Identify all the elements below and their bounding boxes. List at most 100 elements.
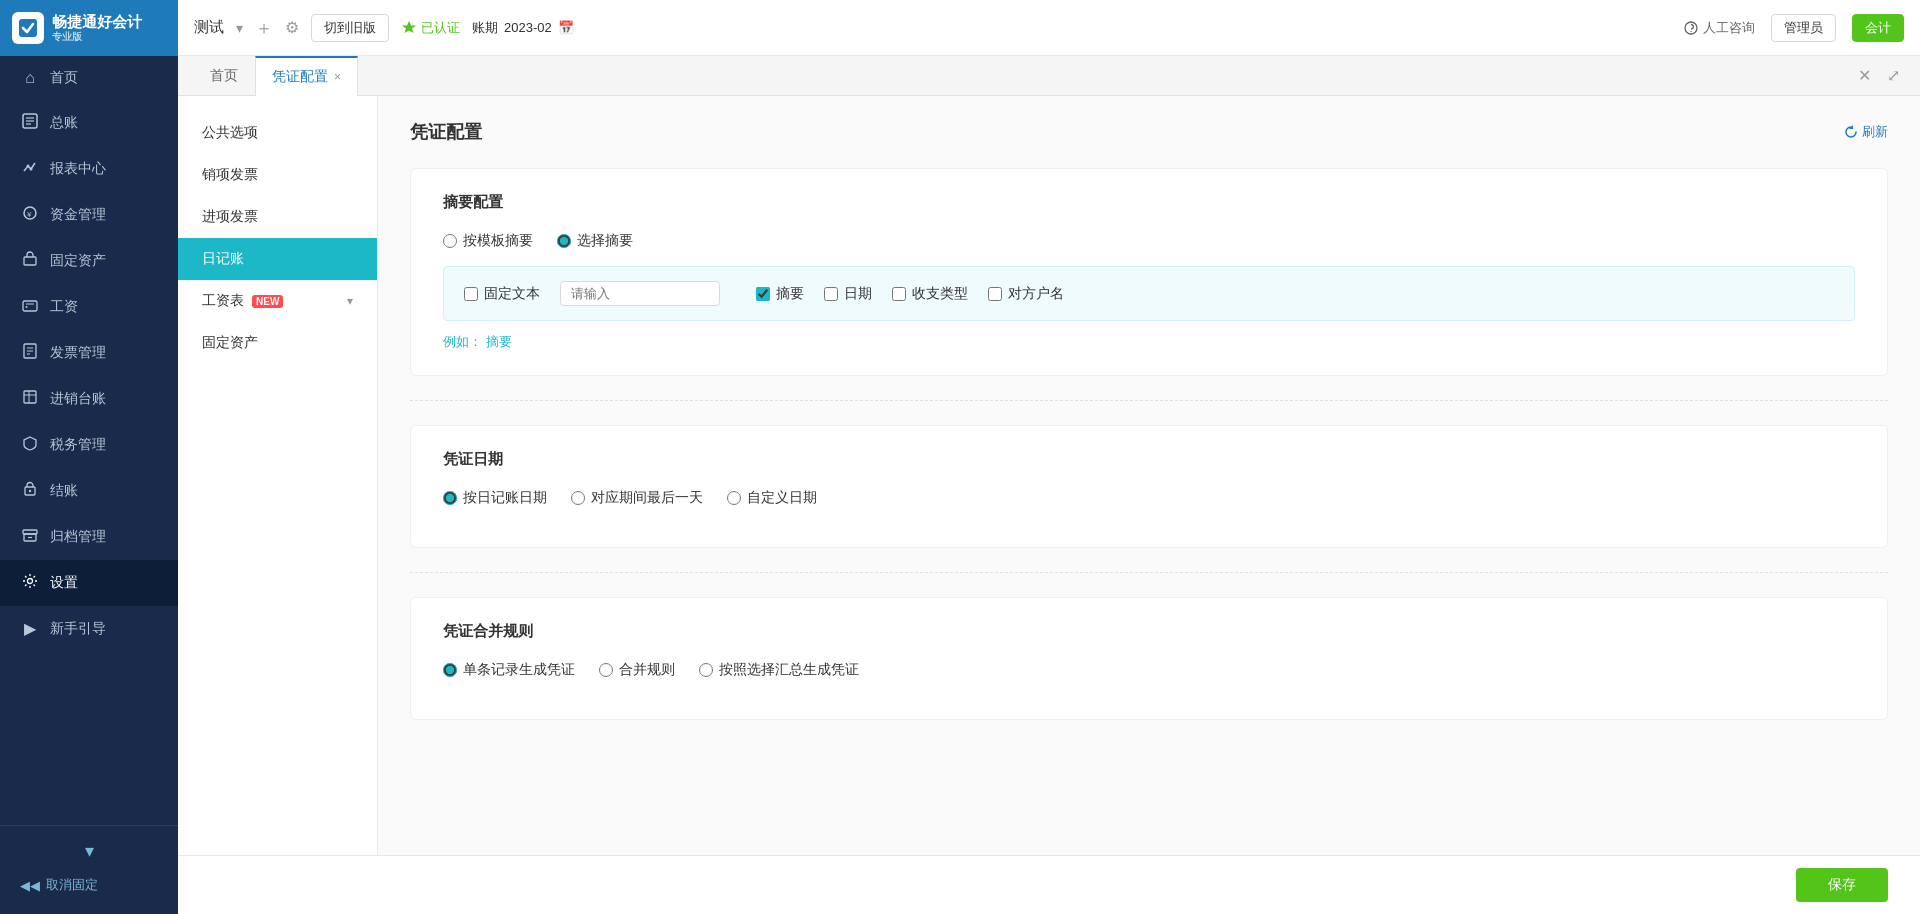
left-nav-purchase[interactable]: 进项发票 <box>178 196 377 238</box>
radio-daily-label: 按日记账日期 <box>463 489 547 507</box>
summary-checkbox[interactable] <box>756 287 770 301</box>
cancel-fixed-label: 取消固定 <box>46 876 98 894</box>
radio-single-record[interactable]: 单条记录生成凭证 <box>443 661 575 679</box>
radio-daily-date[interactable]: 按日记账日期 <box>443 489 547 507</box>
refresh-label: 刷新 <box>1862 123 1888 141</box>
tax-icon <box>20 435 40 455</box>
sidebar-label-tax: 税务管理 <box>50 436 106 454</box>
radio-period-last[interactable]: 对应期间最后一天 <box>571 489 703 507</box>
left-nav-journal[interactable]: 日记账 <box>178 238 377 280</box>
cancel-fixed-btn[interactable]: ◀◀ 取消固定 <box>0 866 178 904</box>
left-nav-salary[interactable]: 工资表 NEW ▾ <box>178 280 377 322</box>
radio-single-input[interactable] <box>443 663 457 677</box>
guide-icon: ▶ <box>20 619 40 638</box>
summary-checkbox-row: 固定文本 摘要 日期 收支类型 <box>443 266 1855 321</box>
radio-select-label: 选择摘要 <box>577 232 633 250</box>
sidebar-label-payroll: 工资 <box>50 298 78 316</box>
sidebar-item-ledger[interactable]: 总账 <box>0 100 178 146</box>
tab-close-window-btn[interactable]: ✕ <box>1854 62 1875 89</box>
example-label: 例如： <box>443 334 482 349</box>
merge-section: 凭证合并规则 单条记录生成凭证 合并规则 按照选择汇总生成凭证 <box>410 597 1888 720</box>
left-nav-sales-label: 销项发票 <box>202 166 258 184</box>
radio-daily-input[interactable] <box>443 491 457 505</box>
sidebar-item-guide[interactable]: ▶ 新手引导 <box>0 606 178 651</box>
left-nav-sales[interactable]: 销项发票 <box>178 154 377 196</box>
left-nav-public-label: 公共选项 <box>202 124 258 142</box>
date-radio-group: 按日记账日期 对应期间最后一天 自定义日期 <box>443 489 1855 507</box>
sidebar-item-archive[interactable]: 归档管理 <box>0 514 178 560</box>
panel-title-row: 凭证配置 刷新 <box>410 120 1888 144</box>
content-area: 公共选项 销项发票 进项发票 日记账 工资表 NEW ▾ 固定资产 <box>178 96 1920 855</box>
checkbox-summary[interactable]: 摘要 <box>756 285 804 303</box>
payment-type-label: 收支类型 <box>912 285 968 303</box>
period-value: 2023-02 <box>504 20 552 35</box>
counterpart-checkbox[interactable] <box>988 287 1002 301</box>
left-nav-salary-label: 工资表 <box>202 292 244 310</box>
calendar-icon[interactable]: 📅 <box>558 20 574 35</box>
sidebar: 畅捷通好会计 专业版 ⌂ 首页 总账 报表中心 ¥ 资金管理 <box>0 0 178 914</box>
logo-text: 畅捷通好会计 专业版 <box>52 13 142 43</box>
sidebar-item-report[interactable]: 报表中心 <box>0 146 178 192</box>
tab-close-icon[interactable]: × <box>334 70 341 84</box>
radio-custom-date[interactable]: 自定义日期 <box>727 489 817 507</box>
main-panel: 凭证配置 刷新 摘要配置 按模板摘要 选择摘要 <box>378 96 1920 855</box>
switch-old-btn[interactable]: 切到旧版 <box>311 14 389 42</box>
sidebar-item-home[interactable]: ⌂ 首页 <box>0 56 178 100</box>
checkbox-counterpart[interactable]: 对方户名 <box>988 285 1064 303</box>
sidebar-label-capital: 资金管理 <box>50 206 106 224</box>
topbar-add-icon[interactable]: ＋ <box>255 16 273 40</box>
tab-home[interactable]: 首页 <box>194 56 255 96</box>
service-label: 人工咨询 <box>1703 19 1755 37</box>
new-badge: NEW <box>252 295 283 308</box>
radio-merge-input[interactable] <box>599 663 613 677</box>
bottom-bar: 保存 <box>178 855 1920 914</box>
checkbox-date[interactable]: 日期 <box>824 285 872 303</box>
left-nav-public[interactable]: 公共选项 <box>178 112 377 154</box>
date-checkbox[interactable] <box>824 287 838 301</box>
radio-single-label: 单条记录生成凭证 <box>463 661 575 679</box>
report-icon <box>20 159 40 179</box>
sidebar-item-trade[interactable]: 进销台账 <box>0 376 178 422</box>
radio-select-input[interactable] <box>557 234 571 248</box>
sidebar-item-invoice[interactable]: 发票管理 <box>0 330 178 376</box>
radio-select[interactable]: 选择摘要 <box>557 232 633 250</box>
sidebar-label-ledger: 总账 <box>50 114 78 132</box>
topbar-settings-icon[interactable]: ⚙ <box>285 18 299 37</box>
radio-custom-input[interactable] <box>727 491 741 505</box>
radio-period-last-input[interactable] <box>571 491 585 505</box>
left-nav-fixed-asset[interactable]: 固定资产 <box>178 322 377 364</box>
radio-select-merge-input[interactable] <box>699 663 713 677</box>
sidebar-label-home: 首页 <box>50 69 78 87</box>
sidebar-item-settings[interactable]: 设置 <box>0 560 178 606</box>
sidebar-item-payroll[interactable]: 工资 <box>0 284 178 330</box>
topbar-dropdown-icon[interactable]: ▾ <box>236 20 243 36</box>
tab-expand-btn[interactable]: ⤢ <box>1883 62 1904 89</box>
sidebar-item-tax[interactable]: 税务管理 <box>0 422 178 468</box>
main-area: 测试 ▾ ＋ ⚙ 切到旧版 已认证 账期 2023-02 📅 人工咨询 管理员 … <box>178 0 1920 914</box>
tabbar: 首页 凭证配置 × ✕ ⤢ <box>178 56 1920 96</box>
tab-voucher[interactable]: 凭证配置 × <box>255 56 358 96</box>
payment-type-checkbox[interactable] <box>892 287 906 301</box>
merge-section-title: 凭证合并规则 <box>443 622 1855 641</box>
sidebar-item-asset[interactable]: 固定资产 <box>0 238 178 284</box>
radio-template-input[interactable] <box>443 234 457 248</box>
sidebar-item-close[interactable]: 结账 <box>0 468 178 514</box>
service-btn[interactable]: 人工咨询 <box>1683 19 1755 37</box>
refresh-btn[interactable]: 刷新 <box>1844 123 1888 141</box>
radio-template[interactable]: 按模板摘要 <box>443 232 533 250</box>
left-nav-journal-label: 日记账 <box>202 250 244 268</box>
fixed-text-checkbox[interactable] <box>464 287 478 301</box>
radio-select-merge[interactable]: 按照选择汇总生成凭证 <box>699 661 859 679</box>
checkbox-payment-type[interactable]: 收支类型 <box>892 285 968 303</box>
radio-merge-rule[interactable]: 合并规则 <box>599 661 675 679</box>
logo-icon <box>12 12 44 44</box>
fixed-text-input[interactable] <box>560 281 720 306</box>
accountant-btn[interactable]: 会计 <box>1852 14 1904 42</box>
sidebar-item-capital[interactable]: ¥ 资金管理 <box>0 192 178 238</box>
sidebar-label-guide: 新手引导 <box>50 620 106 638</box>
ledger-icon <box>20 113 40 133</box>
manager-btn[interactable]: 管理员 <box>1771 14 1836 42</box>
home-icon: ⌂ <box>20 69 40 87</box>
checkbox-fixed-text[interactable]: 固定文本 <box>464 285 540 303</box>
save-btn[interactable]: 保存 <box>1796 868 1888 902</box>
